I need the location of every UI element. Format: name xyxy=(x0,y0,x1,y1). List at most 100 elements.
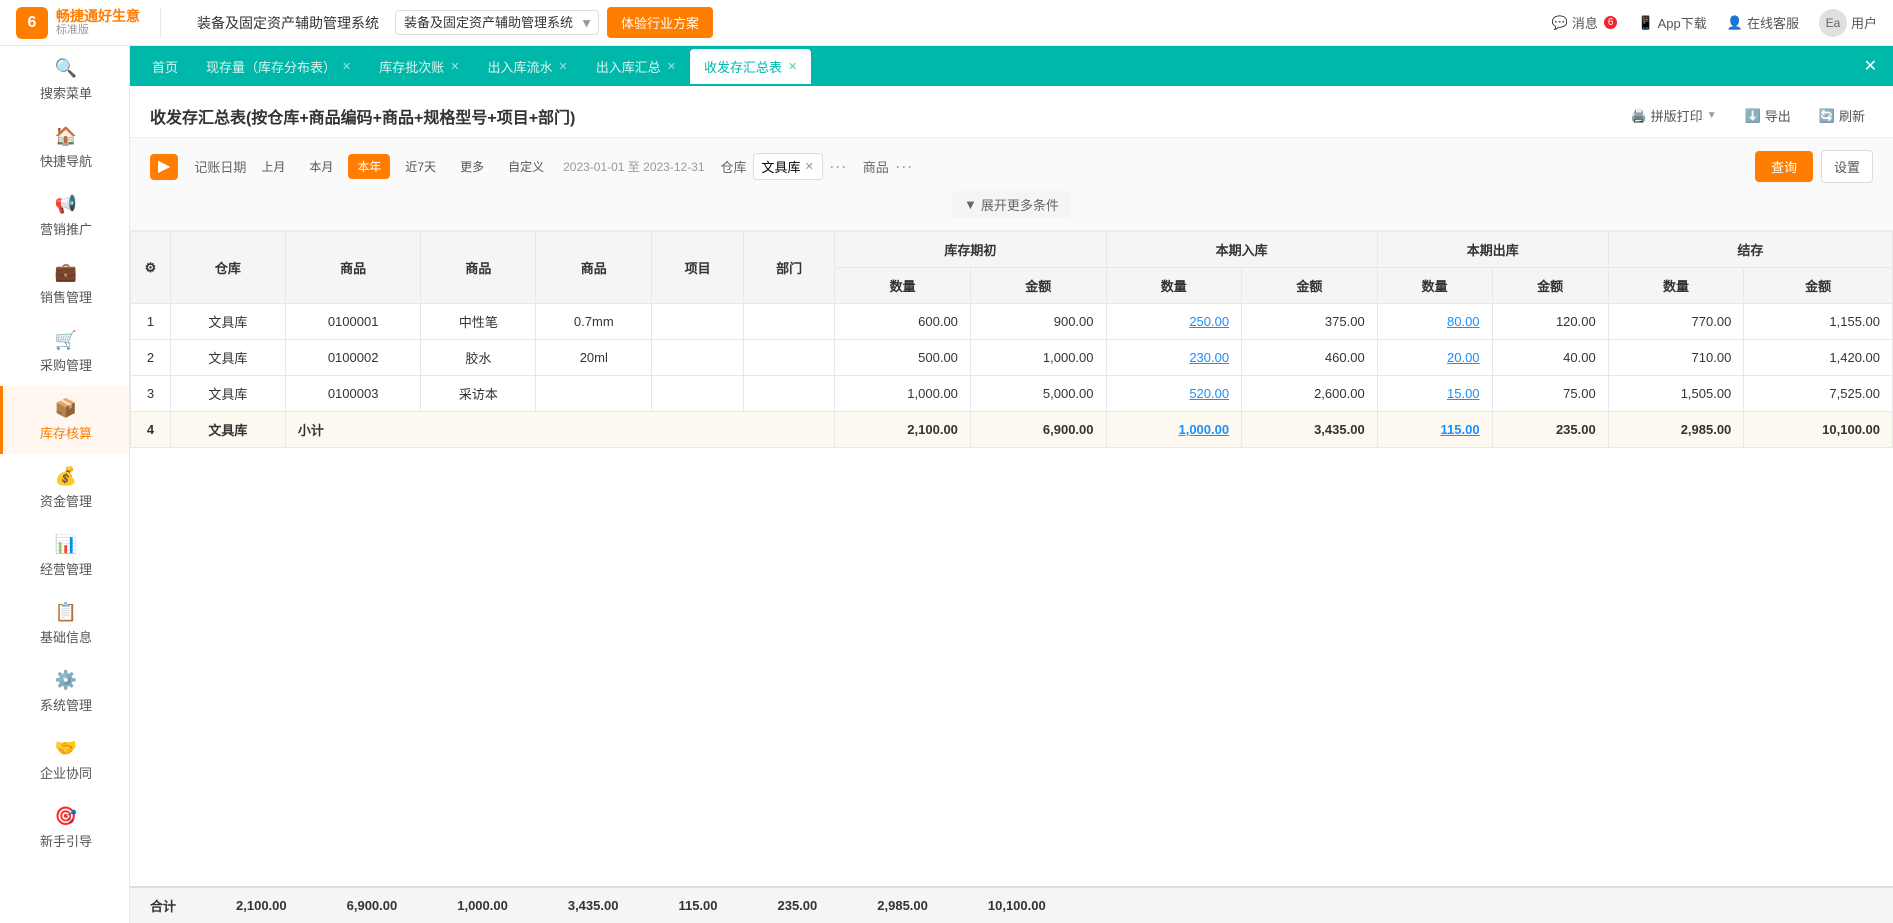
tab-inout-summary[interactable]: 出入库汇总 ✕ xyxy=(582,49,690,84)
sidebar-label-marketing: 营销推广 xyxy=(40,219,92,238)
cell-opening-amt: 5,000.00 xyxy=(970,376,1106,412)
print-button[interactable]: 🖨️ 拼版打印 ▼ xyxy=(1622,102,1724,129)
tab-receive-send-summary[interactable]: 收发存汇总表 ✕ xyxy=(690,49,811,84)
sidebar-label-inventory: 库存核算 xyxy=(40,423,92,442)
tab-batch-account[interactable]: 库存批次账 ✕ xyxy=(365,49,473,84)
cell-out-qty[interactable]: 20.00 xyxy=(1377,340,1492,376)
tab-inout-summary-close[interactable]: ✕ xyxy=(667,60,676,73)
cell-closing-qty: 1,505.00 xyxy=(1608,376,1744,412)
export-label: 导出 xyxy=(1765,106,1791,125)
date-btn-more[interactable]: 更多 xyxy=(451,154,493,179)
cell-in-qty[interactable]: 230.00 xyxy=(1106,340,1242,376)
sidebar-label-search: 搜索菜单 xyxy=(40,83,92,102)
cell-opening-amt: 900.00 xyxy=(970,304,1106,340)
app-download-button[interactable]: 📱 App下载 xyxy=(1637,13,1706,32)
message-button[interactable]: 💬 消息 6 xyxy=(1552,13,1618,32)
cell-warehouse: 文具库 xyxy=(171,376,286,412)
cell-closing-qty: 770.00 xyxy=(1608,304,1744,340)
experience-button[interactable]: 体验行业方案 xyxy=(607,7,713,38)
cell-out-amt: 75.00 xyxy=(1492,376,1608,412)
cell-opening-amt: 1,000.00 xyxy=(970,340,1106,376)
subtotal-in-qty: 1,000.00 xyxy=(1106,412,1242,448)
table-container: ⚙ 仓库 商品 商品 商品 项目 部门 库存期初 本期入库 本期出库 结存 xyxy=(130,231,1893,886)
query-button[interactable]: 查询 xyxy=(1755,151,1813,182)
tab-inout-flow[interactable]: 出入库流水 ✕ xyxy=(473,49,581,84)
subtotal-closing-amt: 10,100.00 xyxy=(1744,412,1893,448)
date-btn-this-year[interactable]: 本年 xyxy=(348,154,390,179)
date-btn-this-month[interactable]: 本月 xyxy=(300,154,342,179)
col-goods-name: 商品 xyxy=(421,232,536,304)
date-btn-custom[interactable]: 自定义 xyxy=(499,154,553,179)
cell-department xyxy=(743,340,834,376)
cell-in-qty[interactable]: 520.00 xyxy=(1106,376,1242,412)
system-selector[interactable]: 装备及固定资产辅助管理系统 xyxy=(395,10,599,35)
cell-warehouse: 文具库 xyxy=(171,340,286,376)
expand-conditions-button[interactable]: ▼ 展开更多条件 xyxy=(952,191,1071,218)
table-settings-icon[interactable]: ⚙ xyxy=(145,260,157,275)
sidebar-item-enterprise[interactable]: 🤝 企业协同 xyxy=(0,726,129,794)
sidebar-item-quick-nav[interactable]: 🏠 快捷导航 xyxy=(0,114,129,182)
sidebar-item-business[interactable]: 📊 经营管理 xyxy=(0,522,129,590)
tab-batch-account-label: 库存批次账 xyxy=(379,57,444,76)
sidebar-item-marketing[interactable]: 📢 营销推广 xyxy=(0,182,129,250)
enterprise-icon: 🤝 xyxy=(55,738,77,759)
warehouse-tag[interactable]: 文具库 ✕ xyxy=(753,153,823,180)
subtotal-out-qty: 115.00 xyxy=(1377,412,1492,448)
tab-inventory-distribution[interactable]: 现存量（库存分布表） ✕ xyxy=(192,49,365,84)
subtotal-opening-amt: 6,900.00 xyxy=(970,412,1106,448)
goods-more-dots[interactable]: ··· xyxy=(895,156,913,177)
goods-filter-label: 商品 xyxy=(863,157,889,176)
col-closing-qty: 数量 xyxy=(1608,268,1744,304)
sidebar-item-search[interactable]: 🔍 搜索菜单 xyxy=(0,46,129,114)
warehouse-tag-close[interactable]: ✕ xyxy=(805,160,814,173)
total-closing-amt: 10,100.00 xyxy=(988,898,1046,913)
settings-sidebar-button[interactable]: 设置 xyxy=(1821,150,1873,183)
total-in-amt: 3,435.00 xyxy=(568,898,619,913)
tab-inventory-distribution-close[interactable]: ✕ xyxy=(342,60,351,73)
date-btn-7days[interactable]: 近7天 xyxy=(396,154,445,179)
cell-out-qty[interactable]: 80.00 xyxy=(1377,304,1492,340)
cell-row-num: 3 xyxy=(131,376,171,412)
online-service-button[interactable]: 👤 在线客服 xyxy=(1727,13,1799,32)
cell-warehouse: 文具库 xyxy=(171,304,286,340)
table-settings-col[interactable]: ⚙ xyxy=(131,232,171,304)
tab-inout-flow-close[interactable]: ✕ xyxy=(559,60,568,73)
expand-icon: ▼ xyxy=(964,197,977,212)
warehouse-tag-value: 文具库 xyxy=(762,157,801,176)
warehouse-more-dots[interactable]: ··· xyxy=(829,156,847,177)
sidebar-item-system[interactable]: ⚙️ 系统管理 xyxy=(0,658,129,726)
tab-home-label: 首页 xyxy=(152,57,178,76)
export-button[interactable]: ⬇️ 导出 xyxy=(1737,102,1799,129)
sidebar-item-guide[interactable]: 🎯 新手引导 xyxy=(0,794,129,862)
sidebar-item-purchase[interactable]: 🛒 采购管理 xyxy=(0,318,129,386)
sidebar-item-sales[interactable]: 💼 销售管理 xyxy=(0,250,129,318)
tab-bar-close-all[interactable]: ✕ xyxy=(1856,56,1885,76)
tab-home[interactable]: 首页 xyxy=(138,49,192,84)
sidebar-item-inventory[interactable]: 📦 库存核算 xyxy=(0,386,129,454)
page-title: 收发存汇总表(按仓库+商品编码+商品+规格型号+项目+部门) xyxy=(150,104,575,128)
date-btn-last-month[interactable]: 上月 xyxy=(252,154,294,179)
subtotal-warehouse: 文具库 xyxy=(171,412,286,448)
filter-toggle-button[interactable]: ▶ xyxy=(150,154,178,180)
cell-closing-amt: 1,420.00 xyxy=(1744,340,1893,376)
page-content: 收发存汇总表(按仓库+商品编码+商品+规格型号+项目+部门) 🖨️ 拼版打印 ▼… xyxy=(130,86,1893,923)
tab-receive-send-close[interactable]: ✕ xyxy=(788,60,797,73)
sidebar-item-fund[interactable]: 💰 资金管理 xyxy=(0,454,129,522)
search-icon: 🔍 xyxy=(55,58,77,79)
total-label: 合计 xyxy=(150,896,176,915)
sidebar-label-guide: 新手引导 xyxy=(40,831,92,850)
cell-in-amt: 2,600.00 xyxy=(1242,376,1378,412)
basic-info-icon: 📋 xyxy=(55,602,77,623)
cell-out-amt: 120.00 xyxy=(1492,304,1608,340)
cell-department xyxy=(743,376,834,412)
cell-out-qty[interactable]: 15.00 xyxy=(1377,376,1492,412)
refresh-button[interactable]: 🔄 刷新 xyxy=(1811,102,1873,129)
tab-batch-account-close[interactable]: ✕ xyxy=(450,60,459,73)
table-row: 1 文具库 0100001 中性笔 0.7mm 600.00 900.00 25… xyxy=(131,304,1893,340)
cell-in-qty[interactable]: 250.00 xyxy=(1106,304,1242,340)
sidebar-item-basic-info[interactable]: 📋 基础信息 xyxy=(0,590,129,658)
data-table: ⚙ 仓库 商品 商品 商品 项目 部门 库存期初 本期入库 本期出库 结存 xyxy=(130,231,1893,448)
cell-goods-name: 胶水 xyxy=(421,340,536,376)
user-button[interactable]: Ea 用户 xyxy=(1819,9,1877,37)
table-row: 3 文具库 0100003 采访本 1,000.00 5,000.00 520.… xyxy=(131,376,1893,412)
